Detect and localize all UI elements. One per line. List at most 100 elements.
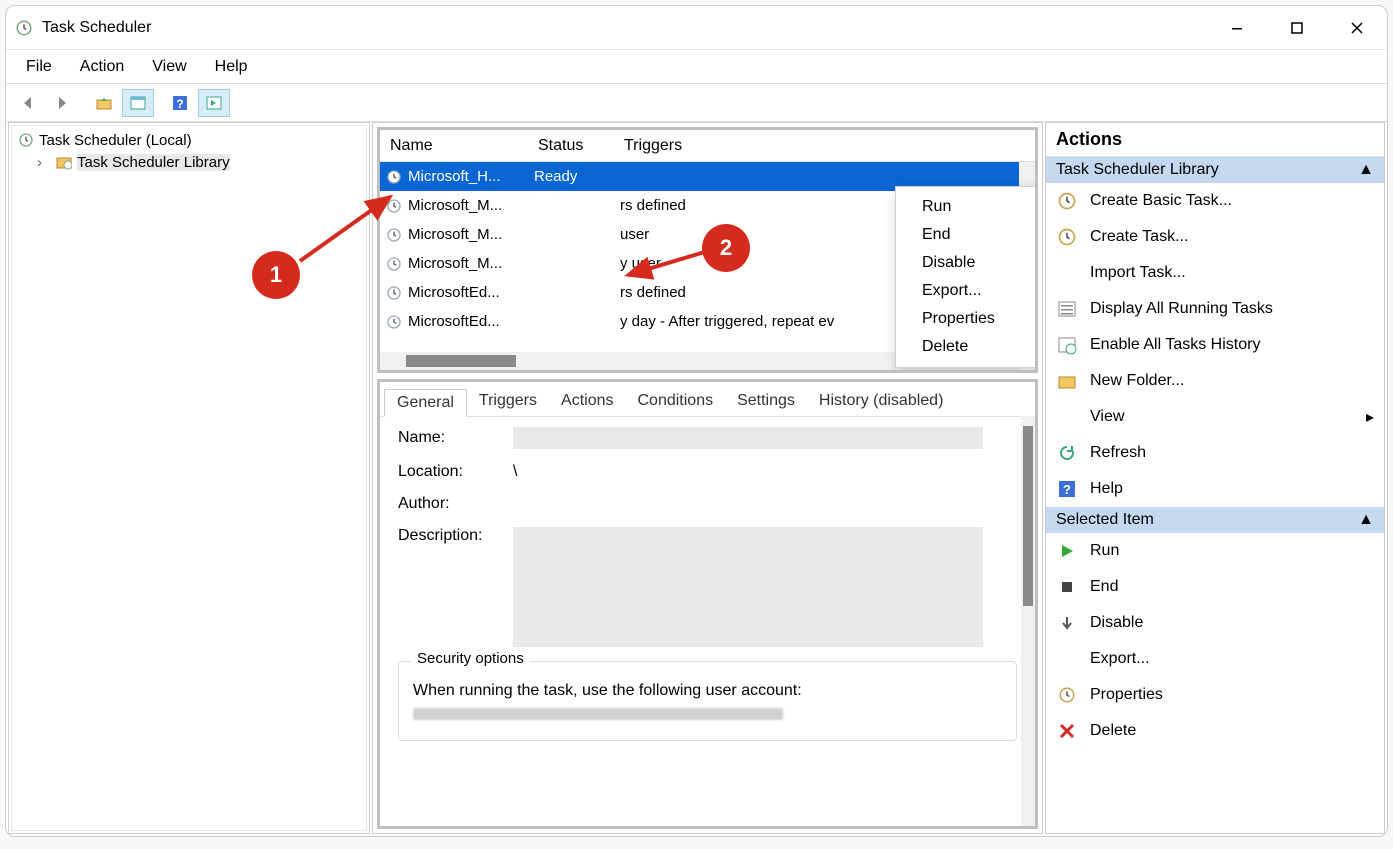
annotation-arrow-1 <box>294 189 399 269</box>
menubar: File Action View Help <box>6 50 1387 84</box>
clock-icon <box>386 314 402 330</box>
tab-triggers[interactable]: Triggers <box>467 388 549 416</box>
window-title: Task Scheduler <box>42 19 1207 37</box>
center-pane: Name Status Triggers Microsoft_H... Read… <box>372 122 1043 834</box>
help-button[interactable]: ? <box>164 89 196 117</box>
action-pane-toggle[interactable] <box>198 89 230 117</box>
details-scrollbar[interactable] <box>1021 416 1035 826</box>
action-create-basic-task[interactable]: Create Basic Task... <box>1046 183 1384 219</box>
actions-title: Actions <box>1046 123 1384 157</box>
action-refresh[interactable]: Refresh <box>1046 435 1384 471</box>
action-disable[interactable]: Disable <box>1046 605 1384 641</box>
context-menu: Run End Disable Export... Properties Del… <box>895 186 1038 368</box>
scrollbar-thumb[interactable] <box>406 355 516 367</box>
label-author: Author: <box>398 495 503 513</box>
folder-up-button[interactable] <box>88 89 120 117</box>
details-tabs: General Triggers Actions Conditions Sett… <box>380 382 1035 417</box>
blank-icon <box>1056 406 1078 428</box>
task-triggers: rs defined <box>620 197 686 214</box>
action-import-task[interactable]: Import Task... <box>1046 255 1384 291</box>
task-triggers: y day - After triggered, repeat ev <box>620 313 834 330</box>
action-enable-history[interactable]: Enable All Tasks History <box>1046 327 1384 363</box>
menu-file[interactable]: File <box>12 54 66 80</box>
task-triggers: rs defined <box>620 284 686 301</box>
help-icon: ? <box>1056 478 1078 500</box>
action-properties[interactable]: Properties <box>1046 677 1384 713</box>
label-location: Location: <box>398 463 503 481</box>
annotation-arrow-2 <box>620 243 716 283</box>
col-triggers[interactable]: Triggers <box>614 133 1035 159</box>
action-help[interactable]: ?Help <box>1046 471 1384 507</box>
action-export[interactable]: Export... <box>1046 641 1384 677</box>
back-button[interactable] <box>12 89 44 117</box>
folder-icon <box>1056 370 1078 392</box>
disable-icon <box>1056 612 1078 634</box>
location-value: \ <box>513 463 517 481</box>
context-properties[interactable]: Properties <box>896 305 1038 333</box>
clock-icon <box>1056 226 1078 248</box>
task-triggers: user <box>620 226 649 243</box>
tab-settings[interactable]: Settings <box>725 388 807 416</box>
tab-general[interactable]: General <box>384 389 467 417</box>
tab-history[interactable]: History (disabled) <box>807 388 955 416</box>
tab-conditions[interactable]: Conditions <box>625 388 725 416</box>
context-end[interactable]: End <box>896 221 1038 249</box>
action-end[interactable]: End <box>1046 569 1384 605</box>
context-run[interactable]: Run <box>896 193 1038 221</box>
actions-group-label: Task Scheduler Library <box>1056 161 1219 179</box>
action-view[interactable]: View▸ <box>1046 399 1384 435</box>
tree-root[interactable]: Task Scheduler (Local) <box>13 129 365 151</box>
context-disable[interactable]: Disable <box>896 249 1038 277</box>
submenu-arrow-icon: ▸ <box>1366 407 1374 427</box>
col-status[interactable]: Status <box>528 133 614 159</box>
titlebar: Task Scheduler <box>6 6 1387 50</box>
tree-library[interactable]: › Task Scheduler Library <box>33 151 365 173</box>
collapse-icon: ▲ <box>1358 511 1374 529</box>
minimize-button[interactable] <box>1207 6 1267 49</box>
menu-help[interactable]: Help <box>201 54 262 80</box>
expand-icon[interactable]: › <box>37 154 51 171</box>
tree-root-label: Task Scheduler (Local) <box>39 132 192 149</box>
col-name[interactable]: Name <box>380 133 528 159</box>
svg-text:?: ? <box>1063 482 1071 497</box>
task-status: Ready <box>534 168 577 185</box>
app-clock-icon <box>14 18 34 38</box>
folder-icon <box>55 153 73 171</box>
maximize-button[interactable] <box>1267 6 1327 49</box>
task-name: MicrosoftEd... <box>408 313 500 330</box>
blank-icon <box>1056 262 1078 284</box>
actions-group-selected[interactable]: Selected Item ▲ <box>1046 507 1384 533</box>
list-icon <box>1056 298 1078 320</box>
security-account-value <box>413 708 783 720</box>
close-button[interactable] <box>1327 6 1387 49</box>
actions-group-library[interactable]: Task Scheduler Library ▲ <box>1046 157 1384 183</box>
clock-icon <box>386 169 402 185</box>
menu-view[interactable]: View <box>138 54 200 80</box>
clock-icon <box>17 131 35 149</box>
scrollbar-thumb[interactable] <box>1023 426 1033 606</box>
action-create-task[interactable]: Create Task... <box>1046 219 1384 255</box>
task-name: MicrosoftEd... <box>408 284 500 301</box>
action-run[interactable]: Run <box>1046 533 1384 569</box>
clock-icon <box>386 285 402 301</box>
properties-toggle[interactable] <box>122 89 154 117</box>
task-name: Microsoft_M... <box>408 255 502 272</box>
task-list-header: Name Status Triggers <box>380 130 1035 162</box>
action-new-folder[interactable]: New Folder... <box>1046 363 1384 399</box>
context-export[interactable]: Export... <box>896 277 1038 305</box>
clock-icon <box>1056 190 1078 212</box>
security-text: When running the task, use the following… <box>413 682 1002 700</box>
toolbar: ? <box>6 84 1387 122</box>
description-field <box>513 527 983 647</box>
refresh-icon <box>1056 442 1078 464</box>
action-delete[interactable]: Delete <box>1046 713 1384 749</box>
svg-text:?: ? <box>176 97 183 111</box>
tab-actions[interactable]: Actions <box>549 388 625 416</box>
context-delete[interactable]: Delete <box>896 333 1038 361</box>
main-area: Task Scheduler (Local) › Task Scheduler … <box>8 122 1385 834</box>
menu-action[interactable]: Action <box>66 54 138 80</box>
task-name: Microsoft_M... <box>408 226 502 243</box>
action-display-all-tasks[interactable]: Display All Running Tasks <box>1046 291 1384 327</box>
history-icon <box>1056 334 1078 356</box>
forward-button[interactable] <box>46 89 78 117</box>
